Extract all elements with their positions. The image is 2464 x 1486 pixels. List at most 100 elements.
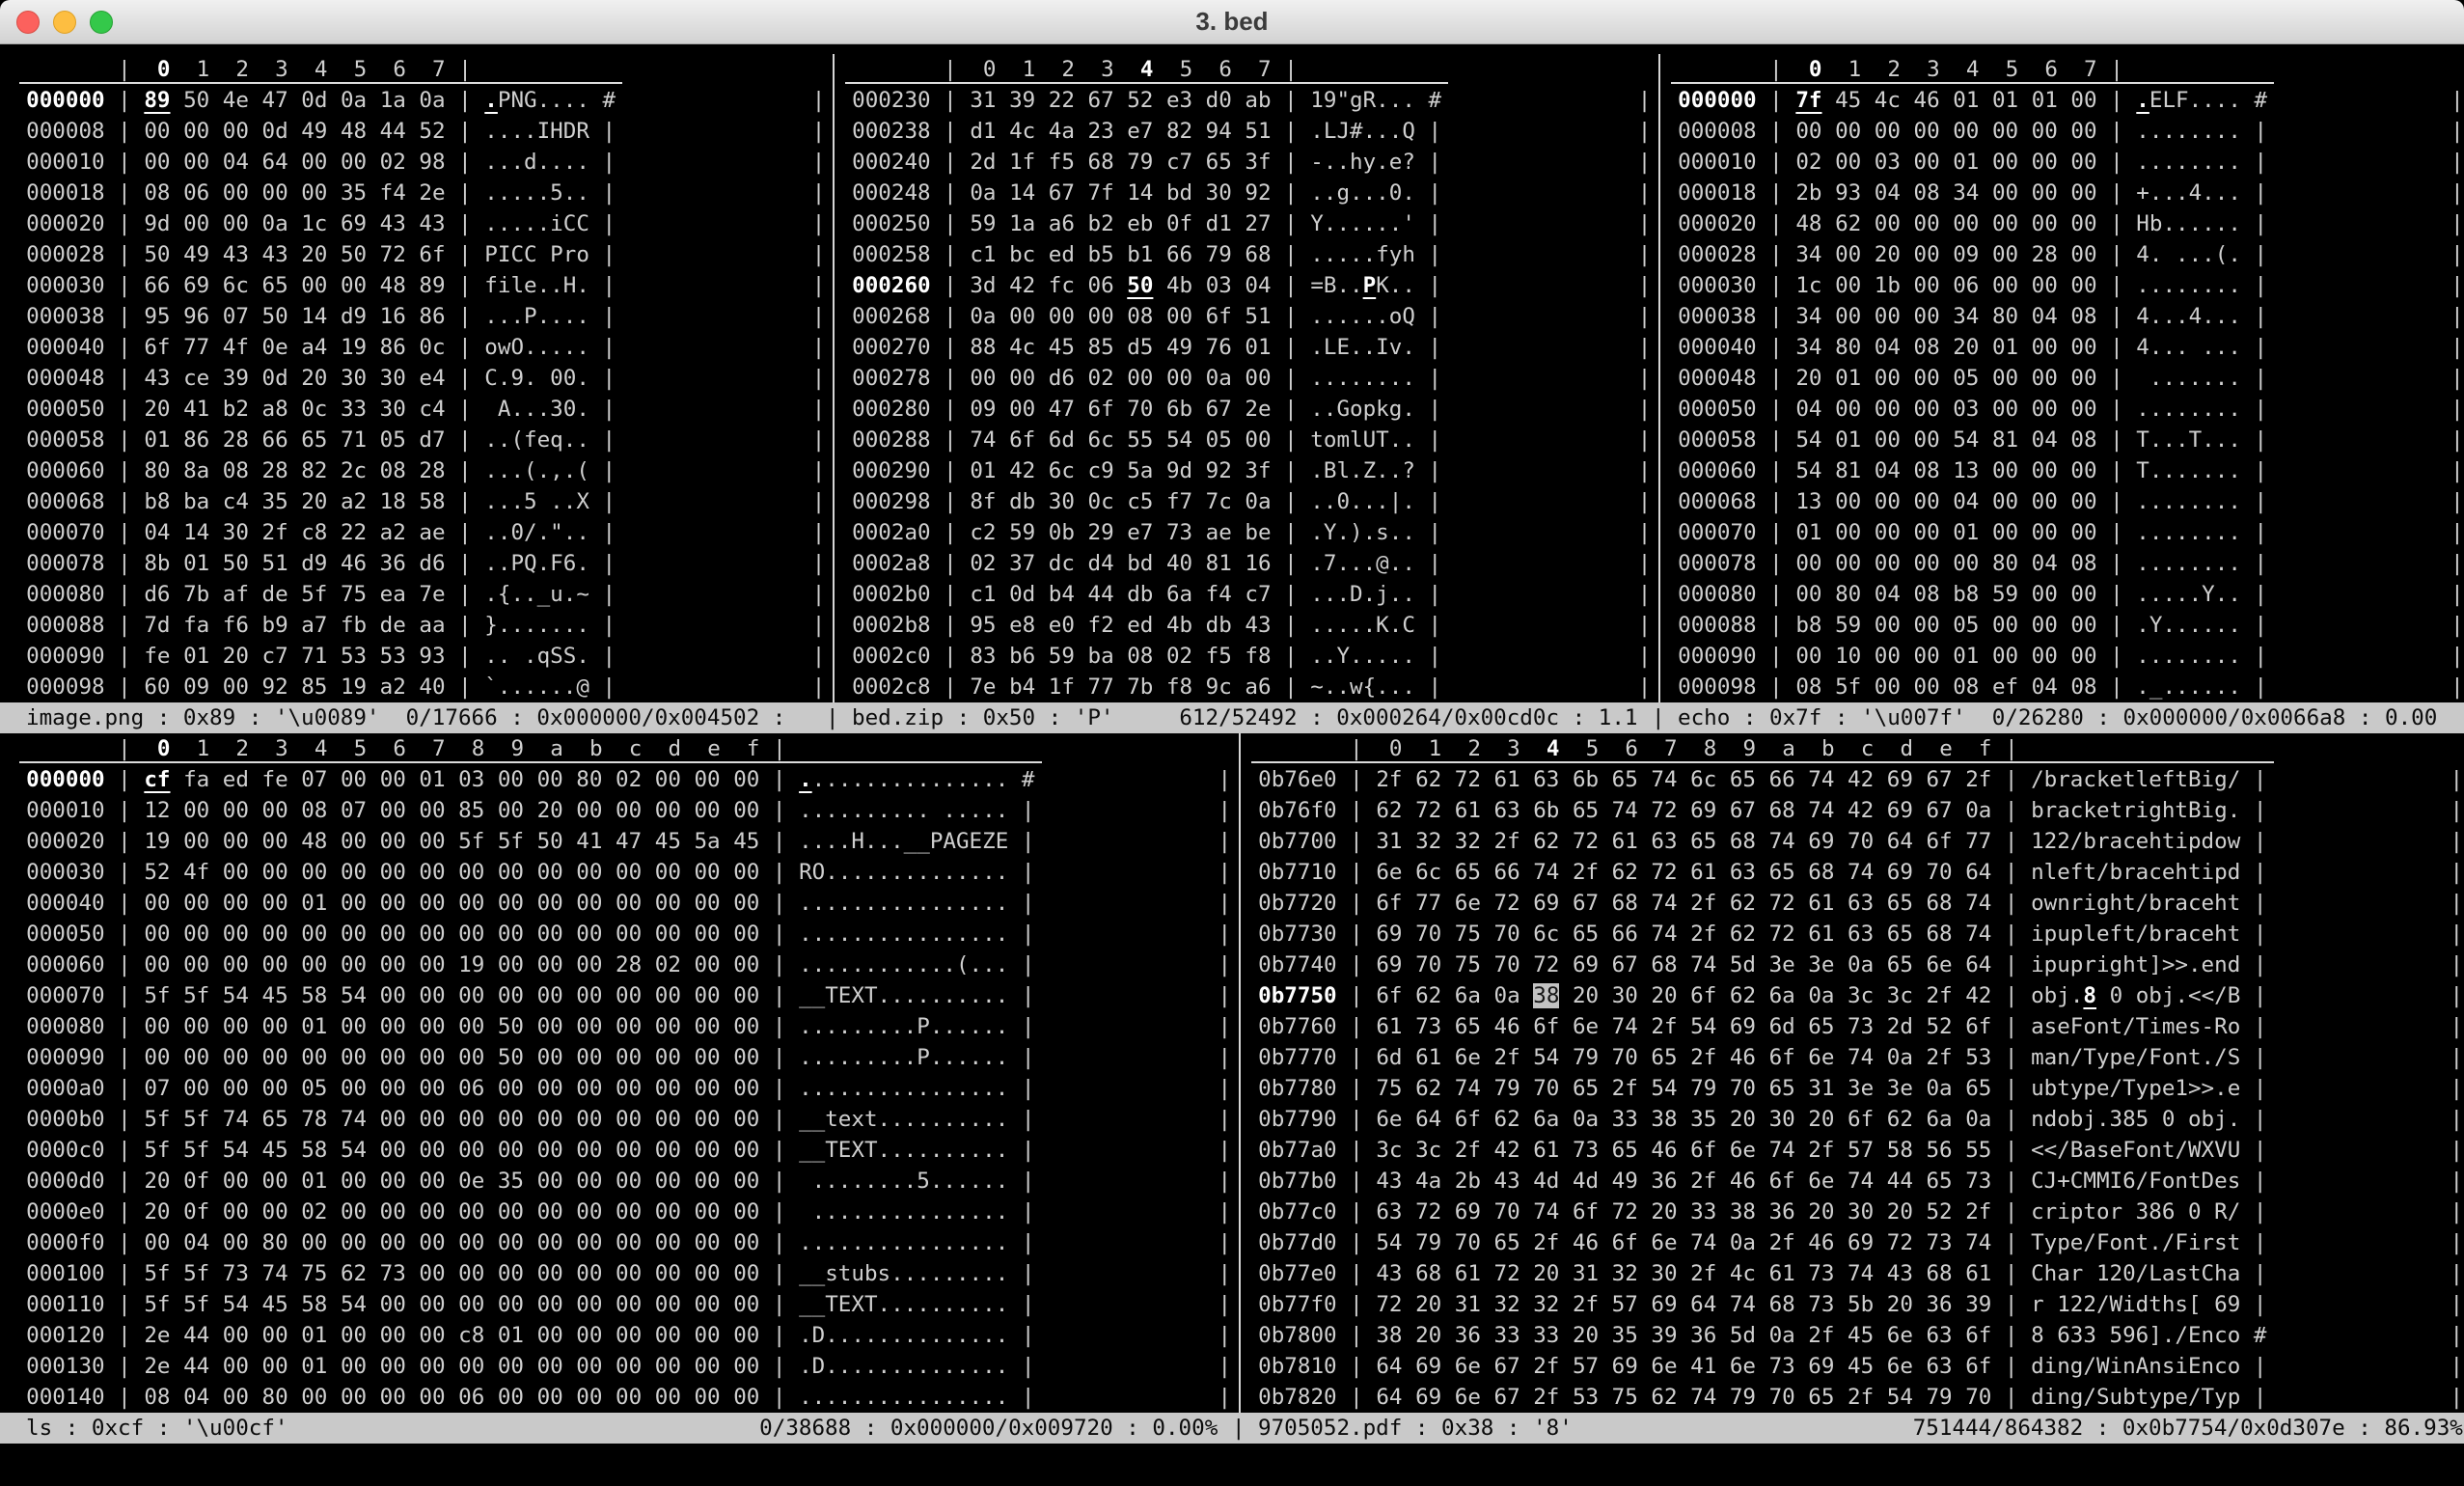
hex-row[interactable]: 000120 | 2e 44 00 00 01 00 00 00 c8 01 0… xyxy=(0,1320,1231,1351)
hex-pane-bed.zip[interactable]: | 0 1 2 3 4 5 6 7 | 000230 | 31 39 22 67… xyxy=(826,54,1651,702)
hex-row[interactable]: 000140 | 08 04 00 80 00 00 00 00 06 00 0… xyxy=(0,1382,1231,1413)
hex-row[interactable]: 0b7700 | 31 32 32 2f 62 72 61 63 65 68 7… xyxy=(1232,826,2463,857)
hex-row[interactable]: 000020 | 48 62 00 00 00 00 00 00 | Hb...… xyxy=(1652,208,2464,239)
hex-row[interactable]: 0b77f0 | 72 20 31 32 32 2f 57 69 64 74 6… xyxy=(1232,1289,2463,1320)
hex-row[interactable]: 0002a8 | 02 37 dc d4 bd 40 81 16 | .7...… xyxy=(826,548,1651,579)
hex-row[interactable]: 000248 | 0a 14 67 7f 14 bd 30 92 | ..g..… xyxy=(826,178,1651,208)
hex-row[interactable]: 000080 | 00 00 00 00 01 00 00 00 00 50 0… xyxy=(0,1011,1231,1042)
hex-row[interactable]: 0b7810 | 64 69 6e 67 2f 57 69 6e 41 6e 7… xyxy=(1232,1351,2463,1382)
hex-row[interactable]: 0002c8 | 7e b4 1f 77 7b f8 9c a6 | ~..w{… xyxy=(826,672,1651,702)
hex-row[interactable]: 000030 | 66 69 6c 65 00 00 48 89 | file.… xyxy=(0,270,825,301)
hex-row[interactable]: 000038 | 34 00 00 00 34 80 04 08 | 4...4… xyxy=(1652,301,2464,332)
cursor-byte[interactable]: 38 xyxy=(1533,983,1560,1008)
hex-row[interactable]: 000018 | 2b 93 04 08 34 00 00 00 | +...4… xyxy=(1652,178,2464,208)
hex-row[interactable]: 0000a0 | 07 00 00 00 05 00 00 00 06 00 0… xyxy=(0,1073,1231,1104)
hex-row[interactable]: 0000b0 | 5f 5f 74 65 78 74 00 00 00 00 0… xyxy=(0,1104,1231,1135)
hex-pane-image.png[interactable]: | 0 1 2 3 4 5 6 7 | 000000 | 89 50 4e 47… xyxy=(0,54,825,702)
hex-row[interactable]: 0b7760 | 61 73 65 46 6f 6e 74 2f 54 69 6… xyxy=(1232,1011,2463,1042)
cursor-byte[interactable]: 89 xyxy=(144,88,170,113)
window-titlebar[interactable]: 3. bed xyxy=(0,0,2464,44)
hex-pane-echo[interactable]: | 0 1 2 3 4 5 6 7 | 000000 | 7f 45 4c 46… xyxy=(1652,54,2464,702)
hex-row[interactable]: 000238 | d1 4c 4a 23 e7 82 94 51 | .LJ#.… xyxy=(826,116,1651,147)
hex-row[interactable]: 000000 | 7f 45 4c 46 01 01 01 00 | .ELF.… xyxy=(1652,85,2464,116)
hex-row[interactable]: 000010 | 12 00 00 00 08 07 00 00 85 00 2… xyxy=(0,795,1231,826)
hex-row[interactable]: 000278 | 00 00 d6 02 00 00 0a 00 | .....… xyxy=(826,363,1651,394)
hex-row[interactable]: 000060 | 54 81 04 08 13 00 00 00 | T....… xyxy=(1652,455,2464,486)
hex-row[interactable]: 000040 | 34 80 04 08 20 01 00 00 | 4... … xyxy=(1652,332,2464,363)
hex-row[interactable]: 000070 | 5f 5f 54 45 58 54 00 00 00 00 0… xyxy=(0,980,1231,1011)
hex-row[interactable]: 000020 | 9d 00 00 0a 1c 69 43 43 | .....… xyxy=(0,208,825,239)
hex-row[interactable]: 0b7800 | 38 20 36 33 33 20 35 39 36 5d 0… xyxy=(1232,1320,2463,1351)
hex-row[interactable]: 000058 | 01 86 28 66 65 71 05 d7 | ..(fe… xyxy=(0,425,825,455)
hex-row[interactable]: 0b7730 | 69 70 75 70 6c 65 66 74 2f 62 7… xyxy=(1232,919,2463,949)
hex-row[interactable]: 000288 | 74 6f 6d 6c 55 54 05 00 | tomlU… xyxy=(826,425,1651,455)
hex-row[interactable]: 0000e0 | 20 0f 00 00 02 00 00 00 00 00 0… xyxy=(0,1197,1231,1227)
hex-row[interactable]: 000250 | 59 1a a6 b2 eb 0f d1 27 | Y....… xyxy=(826,208,1651,239)
hex-row[interactable]: 000048 | 43 ce 39 0d 20 30 30 e4 | C.9. … xyxy=(0,363,825,394)
hex-row[interactable]: 0b77a0 | 3c 3c 2f 42 61 73 65 46 6f 6e 7… xyxy=(1232,1135,2463,1166)
hex-row[interactable]: 000018 | 08 06 00 00 00 35 f4 2e | .....… xyxy=(0,178,825,208)
hex-row[interactable]: 0b7820 | 64 69 6e 67 2f 53 75 62 74 79 7… xyxy=(1232,1382,2463,1413)
hex-row[interactable]: 000010 | 00 00 04 64 00 00 02 98 | ...d.… xyxy=(0,147,825,178)
hex-row[interactable]: 000230 | 31 39 22 67 52 e3 d0 ab | 19"gR… xyxy=(826,85,1651,116)
hex-row[interactable]: 000010 | 02 00 03 00 01 00 00 00 | .....… xyxy=(1652,147,2464,178)
hex-row[interactable]: 0000f0 | 00 04 00 80 00 00 00 00 00 00 0… xyxy=(0,1227,1231,1258)
hex-row[interactable]: 000028 | 34 00 20 00 09 00 28 00 | 4. ..… xyxy=(1652,239,2464,270)
hex-row[interactable]: 0b77e0 | 43 68 61 72 20 31 32 30 2f 4c 6… xyxy=(1232,1258,2463,1289)
hex-row[interactable]: 0b7790 | 6e 64 6f 62 6a 0a 33 38 35 20 3… xyxy=(1232,1104,2463,1135)
hex-row[interactable]: 000058 | 54 01 00 00 54 81 04 08 | T...T… xyxy=(1652,425,2464,455)
hex-row[interactable]: 000080 | d6 7b af de 5f 75 ea 7e | .{.._… xyxy=(0,579,825,610)
hex-row[interactable]: 000060 | 00 00 00 00 00 00 00 00 19 00 0… xyxy=(0,949,1231,980)
hex-row[interactable]: 0002b8 | 95 e8 e0 f2 ed 4b db 43 | .....… xyxy=(826,610,1651,641)
hex-row[interactable]: 000008 | 00 00 00 0d 49 48 44 52 | ....I… xyxy=(0,116,825,147)
hex-row[interactable]: 000078 | 00 00 00 00 00 80 04 08 | .....… xyxy=(1652,548,2464,579)
hex-row[interactable]: 0002c0 | 83 b6 59 ba 08 02 f5 f8 | ..Y..… xyxy=(826,641,1651,672)
cursor-byte[interactable]: 50 xyxy=(1127,273,1153,298)
hex-row[interactable]: 000270 | 88 4c 45 85 d5 49 76 01 | .LE..… xyxy=(826,332,1651,363)
cursor-ascii-char[interactable]: P xyxy=(1363,273,1377,298)
hex-row[interactable]: 000050 | 00 00 00 00 00 00 00 00 00 00 0… xyxy=(0,919,1231,949)
hex-row[interactable]: 000030 | 52 4f 00 00 00 00 00 00 00 00 0… xyxy=(0,857,1231,888)
hex-row[interactable]: 0000c0 | 5f 5f 54 45 58 54 00 00 00 00 0… xyxy=(0,1135,1231,1166)
hex-row[interactable]: 000050 | 04 00 00 00 03 00 00 00 | .....… xyxy=(1652,394,2464,425)
hex-row[interactable]: 000008 | 00 00 00 00 00 00 00 00 | .....… xyxy=(1652,116,2464,147)
hex-row[interactable]: 000040 | 00 00 00 00 01 00 00 00 00 00 0… xyxy=(0,888,1231,919)
hex-row[interactable]: 000130 | 2e 44 00 00 01 00 00 00 00 00 0… xyxy=(0,1351,1231,1382)
hex-row[interactable]: 000090 | fe 01 20 c7 71 53 53 93 | .. .q… xyxy=(0,641,825,672)
hex-row[interactable]: 000060 | 80 8a 08 28 82 2c 08 28 | ...(.… xyxy=(0,455,825,486)
hex-row[interactable]: 000110 | 5f 5f 54 45 58 54 00 00 00 00 0… xyxy=(0,1289,1231,1320)
hex-row[interactable]: 000280 | 09 00 47 6f 70 6b 67 2e | ..Gop… xyxy=(826,394,1651,425)
hex-row[interactable]: 000070 | 04 14 30 2f c8 22 a2 ae | ..0/.… xyxy=(0,517,825,548)
hex-row[interactable]: 000038 | 95 96 07 50 14 d9 16 86 | ...P.… xyxy=(0,301,825,332)
hex-row[interactable]: 0b7720 | 6f 77 6e 72 69 67 68 74 2f 62 7… xyxy=(1232,888,2463,919)
hex-row[interactable]: 000080 | 00 80 04 08 b8 59 00 00 | .....… xyxy=(1652,579,2464,610)
hex-row[interactable]: 0002b0 | c1 0d b4 44 db 6a f4 c7 | ...D.… xyxy=(826,579,1651,610)
minimize-button[interactable] xyxy=(53,11,76,34)
hex-row[interactable]: 0b76f0 | 62 72 61 63 6b 65 74 72 69 67 6… xyxy=(1232,795,2463,826)
hex-row[interactable]: 000100 | 5f 5f 73 74 75 62 73 00 00 00 0… xyxy=(0,1258,1231,1289)
hex-row[interactable]: 000240 | 2d 1f f5 68 79 c7 65 3f | -..hy… xyxy=(826,147,1651,178)
hex-row[interactable]: 000068 | b8 ba c4 35 20 a2 18 58 | ...5 … xyxy=(0,486,825,517)
hex-row[interactable]: 000088 | 7d fa f6 b9 a7 fb de aa | }....… xyxy=(0,610,825,641)
hex-row[interactable]: 000020 | 19 00 00 00 48 00 00 00 5f 5f 5… xyxy=(0,826,1231,857)
hex-row[interactable]: 000290 | 01 42 6c c9 5a 9d 92 3f | .Bl.Z… xyxy=(826,455,1651,486)
hex-pane-ls[interactable]: | 0 1 2 3 4 5 6 7 8 9 a b c d e f | 0000… xyxy=(0,733,1231,1413)
hex-row[interactable]: 000268 | 0a 00 00 00 08 00 6f 51 | .....… xyxy=(826,301,1651,332)
hex-row[interactable]: 000070 | 01 00 00 00 01 00 00 00 | .....… xyxy=(1652,517,2464,548)
hex-row[interactable]: 000078 | 8b 01 50 51 d9 46 36 d6 | ..PQ.… xyxy=(0,548,825,579)
cursor-ascii-char[interactable]: 8 xyxy=(2083,983,2096,1008)
hex-row[interactable]: 0b77d0 | 54 79 70 65 2f 46 6f 6e 74 0a 2… xyxy=(1232,1227,2463,1258)
hex-row[interactable]: 0002a0 | c2 59 0b 29 e7 73 ae be | .Y.).… xyxy=(826,517,1651,548)
hex-row[interactable]: 0b7780 | 75 62 74 79 70 65 2f 54 79 70 6… xyxy=(1232,1073,2463,1104)
hex-row[interactable]: 000098 | 60 09 00 92 85 19 a2 40 | `....… xyxy=(0,672,825,702)
hex-row[interactable]: 0000d0 | 20 0f 00 00 01 00 00 00 0e 35 0… xyxy=(0,1166,1231,1197)
hex-row[interactable]: 000050 | 20 41 b2 a8 0c 33 30 c4 | A...3… xyxy=(0,394,825,425)
hex-row[interactable]: 000298 | 8f db 30 0c c5 f7 7c 0a | ..0..… xyxy=(826,486,1651,517)
hex-row[interactable]: 000030 | 1c 00 1b 00 06 00 00 00 | .....… xyxy=(1652,270,2464,301)
hex-row[interactable]: 0b77b0 | 43 4a 2b 43 4d 4d 49 36 2f 46 6… xyxy=(1232,1166,2463,1197)
cursor-byte[interactable]: 7f xyxy=(1795,88,1821,113)
hex-row[interactable]: 000000 | 89 50 4e 47 0d 0a 1a 0a | .PNG.… xyxy=(0,85,825,116)
cursor-ascii-char[interactable]: . xyxy=(484,88,498,113)
hex-row[interactable]: 000260 | 3d 42 fc 06 50 4b 03 04 | =B..P… xyxy=(826,270,1651,301)
cursor-byte[interactable]: cf xyxy=(144,767,170,792)
